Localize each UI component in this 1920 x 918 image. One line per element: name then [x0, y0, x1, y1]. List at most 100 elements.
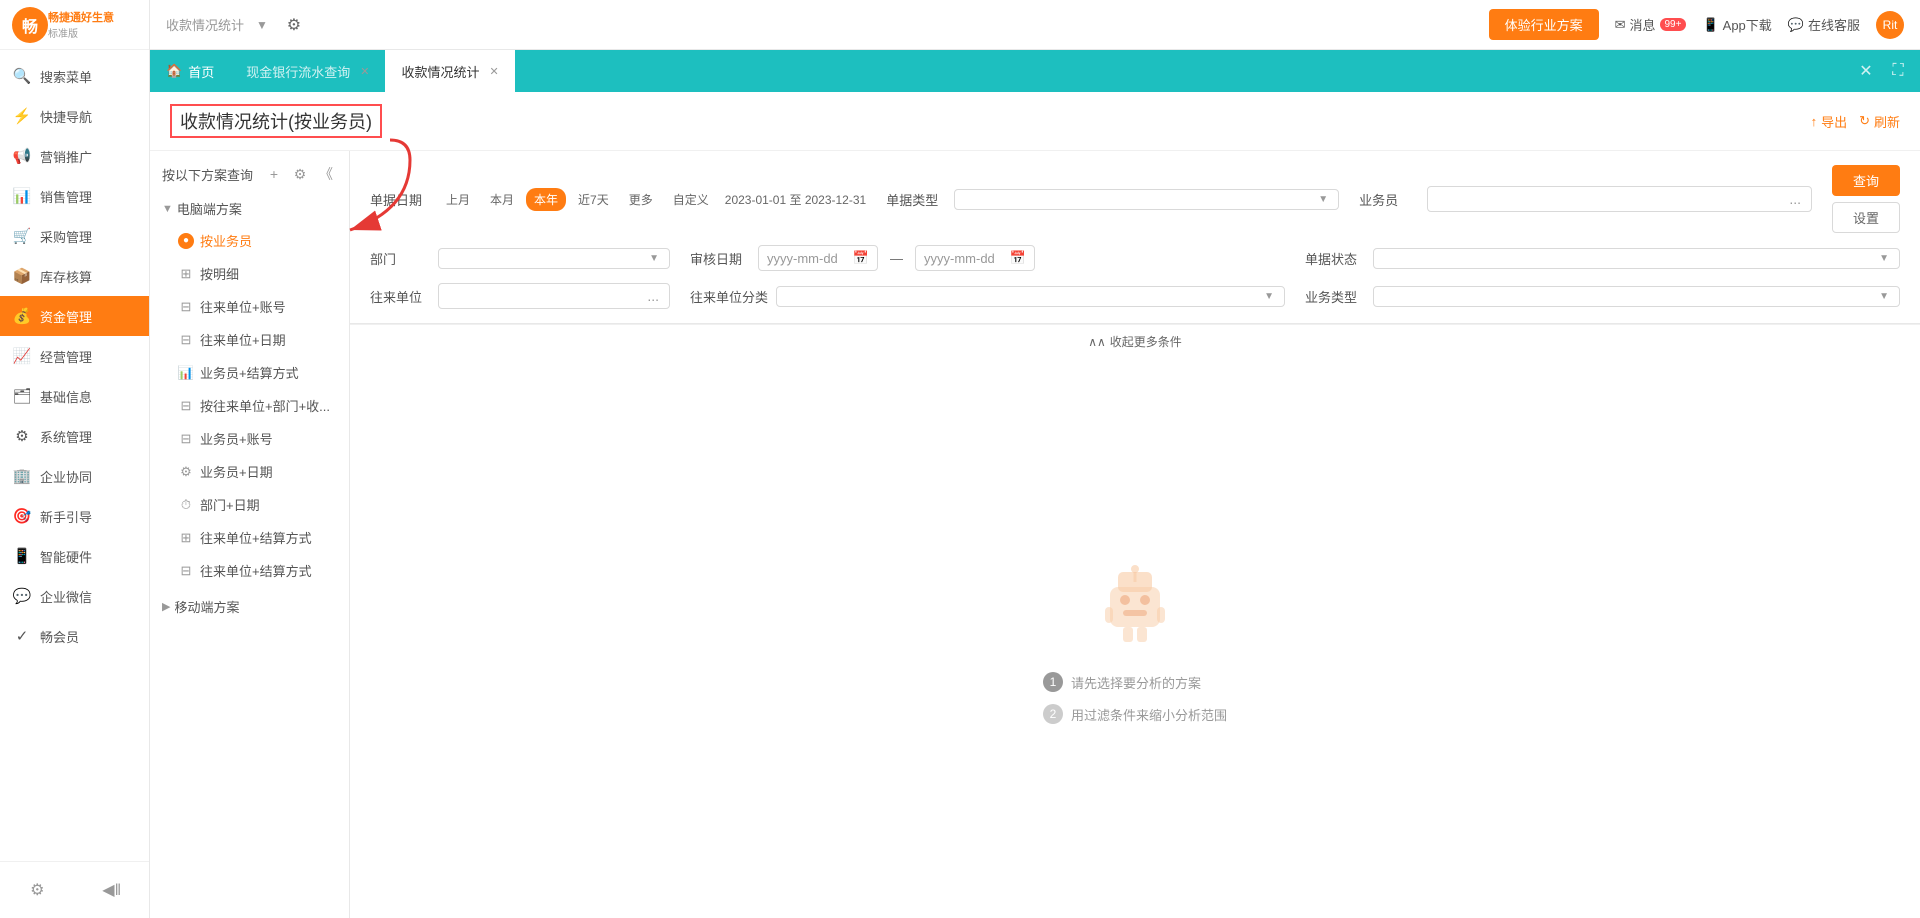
query-button[interactable]: 查询	[1832, 165, 1900, 196]
app-download-btn[interactable]: 📱 App下载	[1702, 15, 1771, 34]
filter-voucher-status-select[interactable]: ▼	[1373, 248, 1900, 269]
audit-date-end-input[interactable]: yyyy-mm-dd 📅	[915, 245, 1035, 271]
sidebar-item-system[interactable]: ⚙ 系统管理	[0, 416, 149, 456]
filter-dept-select[interactable]: ▼	[438, 248, 670, 269]
date-tab-more[interactable]: 更多	[621, 188, 661, 211]
sidebar-settings-btn[interactable]: ⚙	[19, 872, 55, 908]
chevron-down-icon[interactable]: ▼	[256, 18, 268, 32]
scheme-item-partner-date[interactable]: ⊟ 往来单位+日期	[150, 323, 349, 356]
step-2-number: 2	[1043, 704, 1063, 724]
basic-icon: 🗂	[12, 386, 32, 406]
sidebar-label-enterprise: 企业协同	[40, 467, 92, 486]
inventory-icon: 📦	[12, 266, 32, 286]
sidebar-item-marketing[interactable]: 📢 营销推广	[0, 136, 149, 176]
partner-dept-icon: ⊟	[178, 398, 194, 414]
date-tab-this-month[interactable]: 本月	[482, 188, 522, 211]
sidebar-bottom: ⚙ ◀‖	[0, 861, 149, 918]
refresh-label: 刷新	[1874, 112, 1900, 131]
sidebar-item-basic[interactable]: 🗂 基础信息	[0, 376, 149, 416]
filter-salesperson-label: 业务员	[1359, 190, 1419, 209]
trial-button[interactable]: 体验行业方案	[1489, 9, 1599, 40]
salesperson-account-icon: ⊟	[178, 431, 194, 447]
date-tab-custom[interactable]: 自定义	[665, 188, 717, 211]
scheme-item-salesperson-date[interactable]: ⚙ 业务员+日期	[150, 455, 349, 488]
tab-bank-flow[interactable]: 现金银行流水查询 ✕	[230, 50, 385, 92]
online-service-btn[interactable]: 💬 在线客服	[1788, 15, 1860, 34]
logo: 畅 畅捷通好生意 标准版	[0, 0, 149, 50]
filter-voucher-type-select[interactable]: ▼	[954, 189, 1339, 210]
add-scheme-btn[interactable]: +	[263, 163, 285, 185]
collapse-bar[interactable]: ∧∧ 收起更多条件	[350, 324, 1920, 358]
sidebar-item-inventory[interactable]: 📦 库存核算	[0, 256, 149, 296]
scheme-group-mobile-header[interactable]: ▶ 移动端方案	[150, 591, 349, 622]
settings-icon[interactable]: ⚙	[280, 11, 308, 39]
scheme-item-salesperson-label: 按业务员	[200, 231, 252, 250]
sidebar-item-purchase[interactable]: 🛒 采购管理	[0, 216, 149, 256]
scheme-group-desktop-header[interactable]: ▼ 电脑端方案	[150, 193, 349, 224]
filter-date-group: 上月 本月 本年 近7天 更多 自定义 2023-01-01 至 2023-12…	[438, 188, 866, 211]
tab-expand-btn[interactable]: ⛶	[1884, 57, 1912, 85]
sidebar-collapse-btn[interactable]: ◀‖	[94, 872, 130, 908]
tab-collection-stat-close[interactable]: ✕	[489, 65, 498, 78]
sidebar-label-basic: 基础信息	[40, 387, 92, 406]
date-dash: —	[890, 251, 903, 266]
operation-icon: 📈	[12, 346, 32, 366]
tab-collection-stat[interactable]: 收款情况统计 ✕	[385, 50, 514, 92]
chevron-icon: ▼	[162, 203, 173, 215]
hardware-icon: 📱	[12, 546, 32, 566]
sidebar-item-operation[interactable]: 📈 经营管理	[0, 336, 149, 376]
sidebar-label-hardware: 智能硬件	[40, 547, 92, 566]
calendar-icon-end: 📅	[1010, 250, 1026, 266]
date-tab-prev-month[interactable]: 上月	[438, 188, 478, 211]
filter-partner-select[interactable]: ...	[438, 283, 670, 309]
sidebar-item-guide[interactable]: 🎯 新手引导	[0, 496, 149, 536]
sidebar: 畅 畅捷通好生意 标准版 🔍 搜索菜单 ⚡ 快捷导航 📢 营销推广 📊 销	[0, 0, 150, 918]
left-panel-title: 按以下方案查询	[162, 165, 253, 184]
scheme-item-partner-dept-collect[interactable]: ⊟ 按往来单位+部门+收...	[150, 389, 349, 422]
filter-settings-button[interactable]: 设置	[1832, 202, 1900, 233]
sidebar-item-finance[interactable]: 💰 资金管理	[0, 296, 149, 336]
scheme-item-salesperson-settle[interactable]: 📊 业务员+结算方式	[150, 356, 349, 389]
scheme-item-partner-account[interactable]: ⊟ 往来单位+账号	[150, 290, 349, 323]
refresh-button[interactable]: ↻ 刷新	[1859, 112, 1900, 131]
service-icon: 💬	[1788, 17, 1804, 33]
filter-business-type-select[interactable]: ▼	[1373, 286, 1900, 307]
collapse-panel-btn[interactable]: 《	[315, 163, 337, 185]
tab-bank-flow-close[interactable]: ✕	[360, 65, 369, 78]
scheme-item-salesperson-account[interactable]: ⊟ 业务员+账号	[150, 422, 349, 455]
message-label: 消息	[1629, 15, 1655, 34]
sidebar-item-quicknav[interactable]: ⚡ 快捷导航	[0, 96, 149, 136]
empty-step-1: 1 请先选择要分析的方案	[1043, 672, 1227, 692]
sidebar-label-marketing: 营销推广	[40, 147, 92, 166]
export-button[interactable]: ↑ 导出	[1811, 112, 1848, 131]
scheme-item-partner-settle2[interactable]: ⊟ 往来单位+结算方式	[150, 554, 349, 587]
sidebar-label-wechat: 企业微信	[40, 587, 92, 606]
sidebar-item-sales[interactable]: 📊 销售管理	[0, 176, 149, 216]
tab-close-all-btn[interactable]: ✕	[1852, 57, 1880, 85]
scheme-item-by-detail[interactable]: ⊞ 按明细	[150, 257, 349, 290]
scheme-item-dept-date[interactable]: ⏱ 部门+日期	[150, 488, 349, 521]
scheme-settings-btn[interactable]: ⚙	[289, 163, 311, 185]
sidebar-item-hardware[interactable]: 📱 智能硬件	[0, 536, 149, 576]
sidebar-item-member[interactable]: ✓ 畅会员	[0, 616, 149, 656]
message-icon: ✉	[1615, 17, 1626, 33]
sidebar-item-wechat[interactable]: 💬 企业微信	[0, 576, 149, 616]
sales-icon: 📊	[12, 186, 32, 206]
date-range-display: 2023-01-01 至 2023-12-31	[725, 191, 866, 208]
scheme-item-salesperson-settle-label: 业务员+结算方式	[200, 363, 299, 382]
tab-home[interactable]: 🏠 首页	[150, 50, 230, 92]
sidebar-item-search[interactable]: 🔍 搜索菜单	[0, 56, 149, 96]
date-tab-this-year[interactable]: 本年	[526, 188, 566, 211]
sidebar-label-sales: 销售管理	[40, 187, 92, 206]
audit-date-start-input[interactable]: yyyy-mm-dd 📅	[758, 245, 878, 271]
filter-partner-category-select[interactable]: ▼	[776, 286, 1285, 307]
message-btn[interactable]: ✉ 消息 99+	[1615, 15, 1687, 34]
user-name[interactable]: Rit	[1876, 11, 1904, 39]
date-tab-last7[interactable]: 近7天	[570, 188, 617, 211]
filter-salesperson-select[interactable]: ...	[1427, 186, 1812, 212]
detail-icon: ⊞	[178, 266, 194, 282]
scheme-item-by-salesperson[interactable]: ● 按业务员	[150, 224, 349, 257]
empty-steps: 1 请先选择要分析的方案 2 用过滤条件来缩小分析范围	[1043, 672, 1227, 724]
sidebar-item-enterprise[interactable]: 🏢 企业协同	[0, 456, 149, 496]
scheme-item-partner-settle1[interactable]: ⊞ 往来单位+结算方式	[150, 521, 349, 554]
